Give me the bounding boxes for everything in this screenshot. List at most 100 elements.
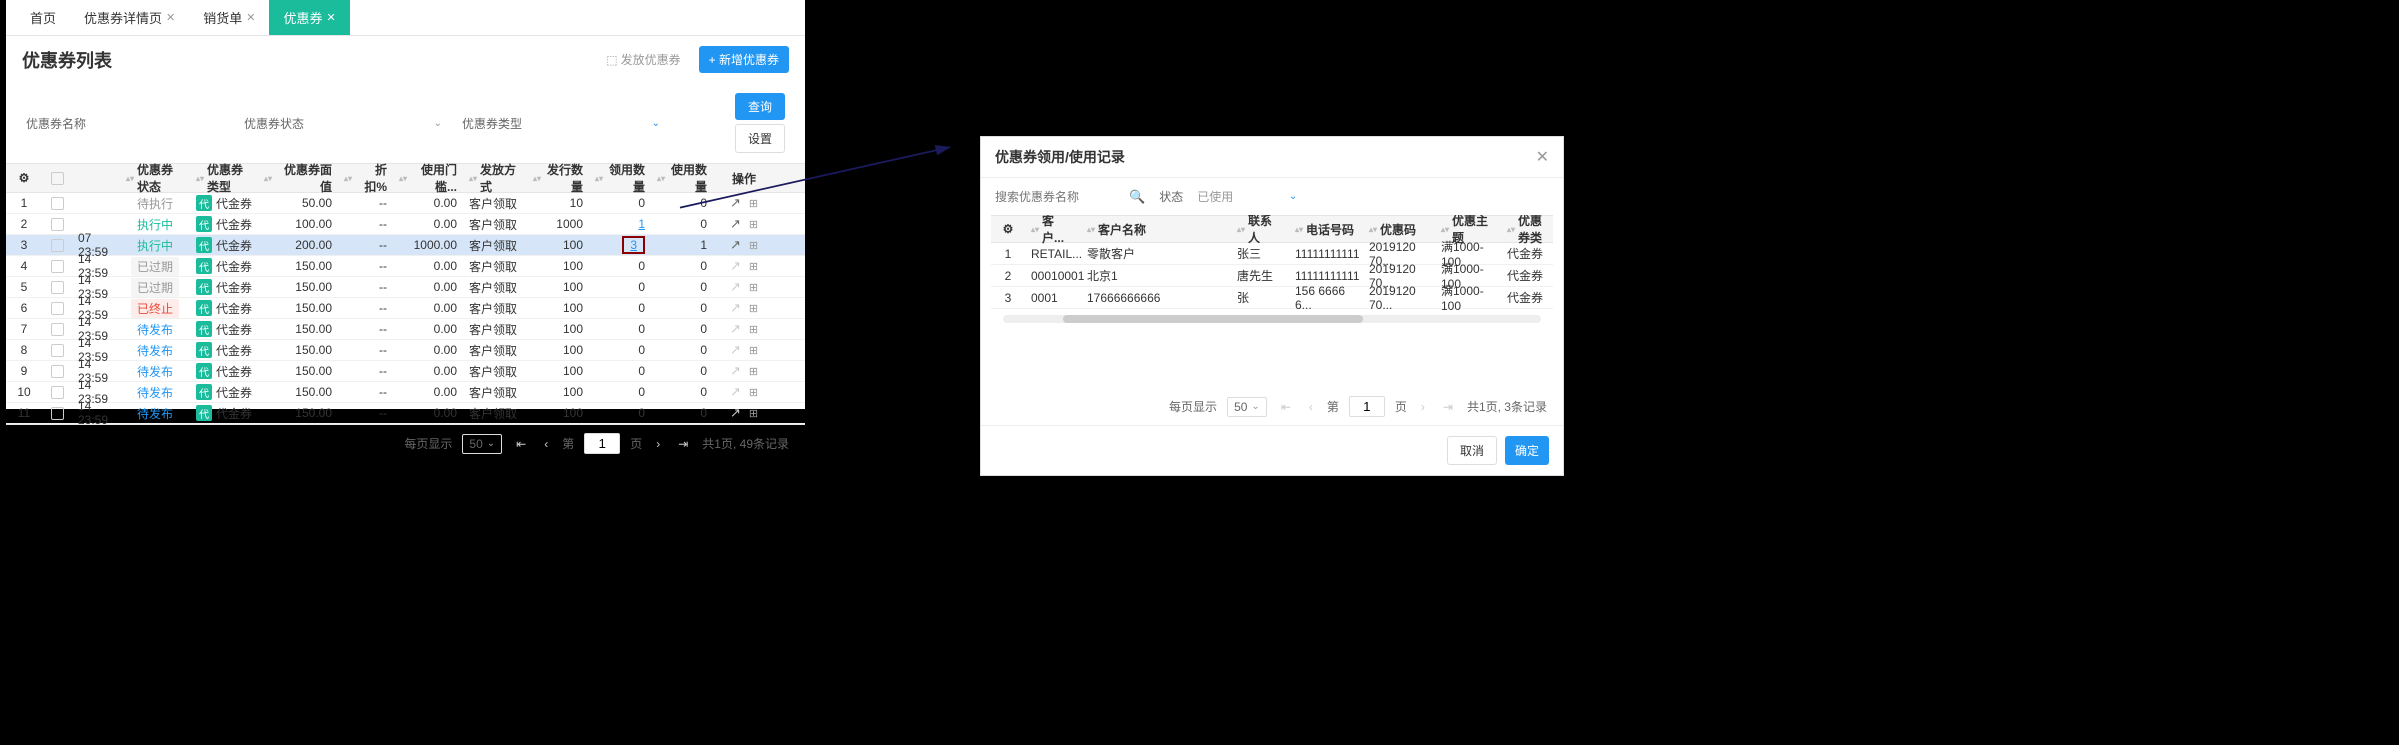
qr-icon[interactable]: ⊞ (749, 260, 758, 273)
sort-icon[interactable]: ▴▾ (1087, 226, 1095, 233)
sort-icon[interactable]: ▴▾ (657, 175, 665, 182)
table-row[interactable]: 814 23:59待发布代代金券150.00--0.00客户领取10000↗⊞ (6, 340, 805, 361)
row-checkbox[interactable] (51, 407, 64, 420)
sort-icon[interactable]: ▴▾ (1441, 226, 1449, 233)
external-link-icon[interactable]: ↗ (730, 363, 741, 379)
query-button[interactable]: 查询 (735, 93, 785, 120)
sort-icon[interactable]: ▴▾ (1369, 226, 1377, 233)
filter-name-input[interactable] (94, 116, 224, 131)
external-link-icon[interactable]: ↗ (730, 237, 741, 253)
table-row[interactable]: 2执行中代代金券100.00--0.00客户领取100010↗⊞ (6, 214, 805, 235)
row-checkbox[interactable] (51, 281, 64, 294)
prev-page-button[interactable]: ‹ (540, 437, 552, 451)
external-link-icon[interactable]: ↗ (730, 405, 741, 421)
per-page-select[interactable]: 50⌄ (462, 434, 502, 454)
row-checkbox[interactable] (51, 197, 64, 210)
next-page-button[interactable]: › (652, 437, 664, 451)
tab[interactable]: 优惠券✕ (269, 0, 349, 35)
page-input[interactable] (584, 433, 620, 454)
row-checkbox[interactable] (51, 386, 64, 399)
tab[interactable]: 销货单✕ (189, 0, 269, 35)
qr-icon[interactable]: ⊞ (749, 239, 758, 252)
table-row[interactable]: 514 23:59已过期代代金券150.00--0.00客户领取10000↗⊞ (6, 277, 805, 298)
last-page-button[interactable]: ⇥ (674, 437, 692, 451)
table-row[interactable]: 1待执行代代金券50.00--0.00客户领取1000↗⊞ (6, 193, 805, 214)
table-row[interactable]: 914 23:59待发布代代金券150.00--0.00客户领取10000↗⊞ (6, 361, 805, 382)
external-link-icon[interactable]: ↗ (730, 384, 741, 400)
close-icon[interactable]: ✕ (166, 11, 175, 24)
modal-per-page-select[interactable]: 50⌄ (1227, 397, 1267, 417)
table-row[interactable]: 1114 23:59待发布代代金券150.00--0.00客户领取10000↗⊞ (6, 403, 805, 424)
qr-icon[interactable]: ⊞ (749, 344, 758, 357)
claim-count-link[interactable]: 3 (622, 236, 645, 254)
qr-icon[interactable]: ⊞ (749, 281, 758, 294)
row-checkbox[interactable] (51, 260, 64, 273)
claim-count-link[interactable]: 1 (638, 217, 645, 231)
table-row[interactable]: 414 23:59已过期代代金券150.00--0.00客户领取10000↗⊞ (6, 256, 805, 277)
confirm-button[interactable]: 确定 (1505, 436, 1549, 465)
select-all-checkbox[interactable] (51, 172, 64, 185)
row-checkbox[interactable] (51, 323, 64, 336)
row-checkbox[interactable] (51, 239, 64, 252)
sort-icon[interactable]: ▴▾ (595, 175, 603, 182)
close-icon[interactable]: ✕ (1536, 147, 1549, 167)
settings-button[interactable]: 设置 (735, 124, 785, 153)
sort-icon[interactable]: ▴▾ (1295, 226, 1303, 233)
table-row[interactable]: 614 23:59已终止代代金券150.00--0.00客户领取10000↗⊞ (6, 298, 805, 319)
qr-icon[interactable]: ⊞ (749, 218, 758, 231)
sort-icon[interactable]: ▴▾ (196, 175, 204, 182)
issue-coupon-button[interactable]: ⬚发放优惠券 (596, 46, 690, 73)
tab[interactable]: 优惠券详情页✕ (70, 0, 189, 35)
gear-icon[interactable]: ⚙ (1003, 222, 1014, 236)
next-page-button[interactable]: › (1417, 400, 1429, 414)
search-icon[interactable]: 🔍 (1129, 189, 1145, 205)
tab[interactable]: 首页 (16, 0, 70, 35)
qr-icon[interactable]: ⊞ (749, 197, 758, 210)
prev-page-button[interactable]: ‹ (1305, 400, 1317, 414)
sort-icon[interactable]: ▴▾ (344, 175, 352, 182)
row-checkbox[interactable] (51, 302, 64, 315)
external-link-icon[interactable]: ↗ (730, 321, 741, 337)
qr-icon[interactable]: ⊞ (749, 302, 758, 315)
sort-icon[interactable]: ▴▾ (1237, 226, 1245, 233)
first-page-button[interactable]: ⇤ (1277, 400, 1295, 414)
external-link-icon[interactable]: ↗ (730, 195, 741, 211)
modal-page-input[interactable] (1349, 396, 1385, 417)
sort-icon[interactable]: ▴▾ (126, 175, 134, 182)
table-row[interactable]: 3000117666666666张156 6666 6...2019120 70… (991, 287, 1553, 309)
external-link-icon[interactable]: ↗ (730, 216, 741, 232)
row-checkbox[interactable] (51, 365, 64, 378)
sort-icon[interactable]: ▴▾ (399, 175, 407, 182)
qr-icon[interactable]: ⊞ (749, 386, 758, 399)
filter-status-select[interactable]: ⌄ (312, 118, 442, 129)
close-icon[interactable]: ✕ (327, 11, 336, 24)
sort-icon[interactable]: ▴▾ (264, 175, 272, 182)
table-row[interactable]: 1014 23:59待发布代代金券150.00--0.00客户领取10000↗⊞ (6, 382, 805, 403)
external-link-icon[interactable]: ↗ (730, 300, 741, 316)
horizontal-scrollbar[interactable] (1003, 315, 1541, 323)
cancel-button[interactable]: 取消 (1447, 436, 1497, 465)
external-link-icon[interactable]: ↗ (730, 258, 741, 274)
external-link-icon[interactable]: ↗ (730, 279, 741, 295)
row-checkbox[interactable] (51, 218, 64, 231)
external-link-icon[interactable]: ↗ (730, 342, 741, 358)
filter-type-select[interactable]: ⌄ (530, 118, 660, 129)
last-page-button[interactable]: ⇥ (1439, 400, 1457, 414)
add-coupon-button[interactable]: + 新增优惠券 (699, 46, 789, 73)
gear-icon[interactable]: ⚙ (19, 171, 30, 185)
qr-icon[interactable]: ⊞ (749, 323, 758, 336)
sort-icon[interactable]: ▴▾ (1031, 226, 1039, 233)
sort-icon[interactable]: ▴▾ (1507, 226, 1515, 233)
qr-icon[interactable]: ⊞ (749, 407, 758, 420)
qr-icon[interactable]: ⊞ (749, 365, 758, 378)
table-row[interactable]: 307 23:59执行中代代金券200.00--1000.00客户领取10031… (6, 235, 805, 256)
modal-status-select[interactable]: 已使用⌄ (1197, 188, 1297, 205)
close-icon[interactable]: ✕ (246, 11, 255, 24)
first-page-button[interactable]: ⇤ (512, 437, 530, 451)
sort-icon[interactable]: ▴▾ (533, 175, 541, 182)
search-input[interactable] (995, 190, 1115, 204)
sort-icon[interactable]: ▴▾ (469, 175, 477, 182)
table-row[interactable]: 714 23:59待发布代代金券150.00--0.00客户领取10000↗⊞ (6, 319, 805, 340)
filter-name-label: 优惠券名称 (26, 115, 86, 132)
row-checkbox[interactable] (51, 344, 64, 357)
